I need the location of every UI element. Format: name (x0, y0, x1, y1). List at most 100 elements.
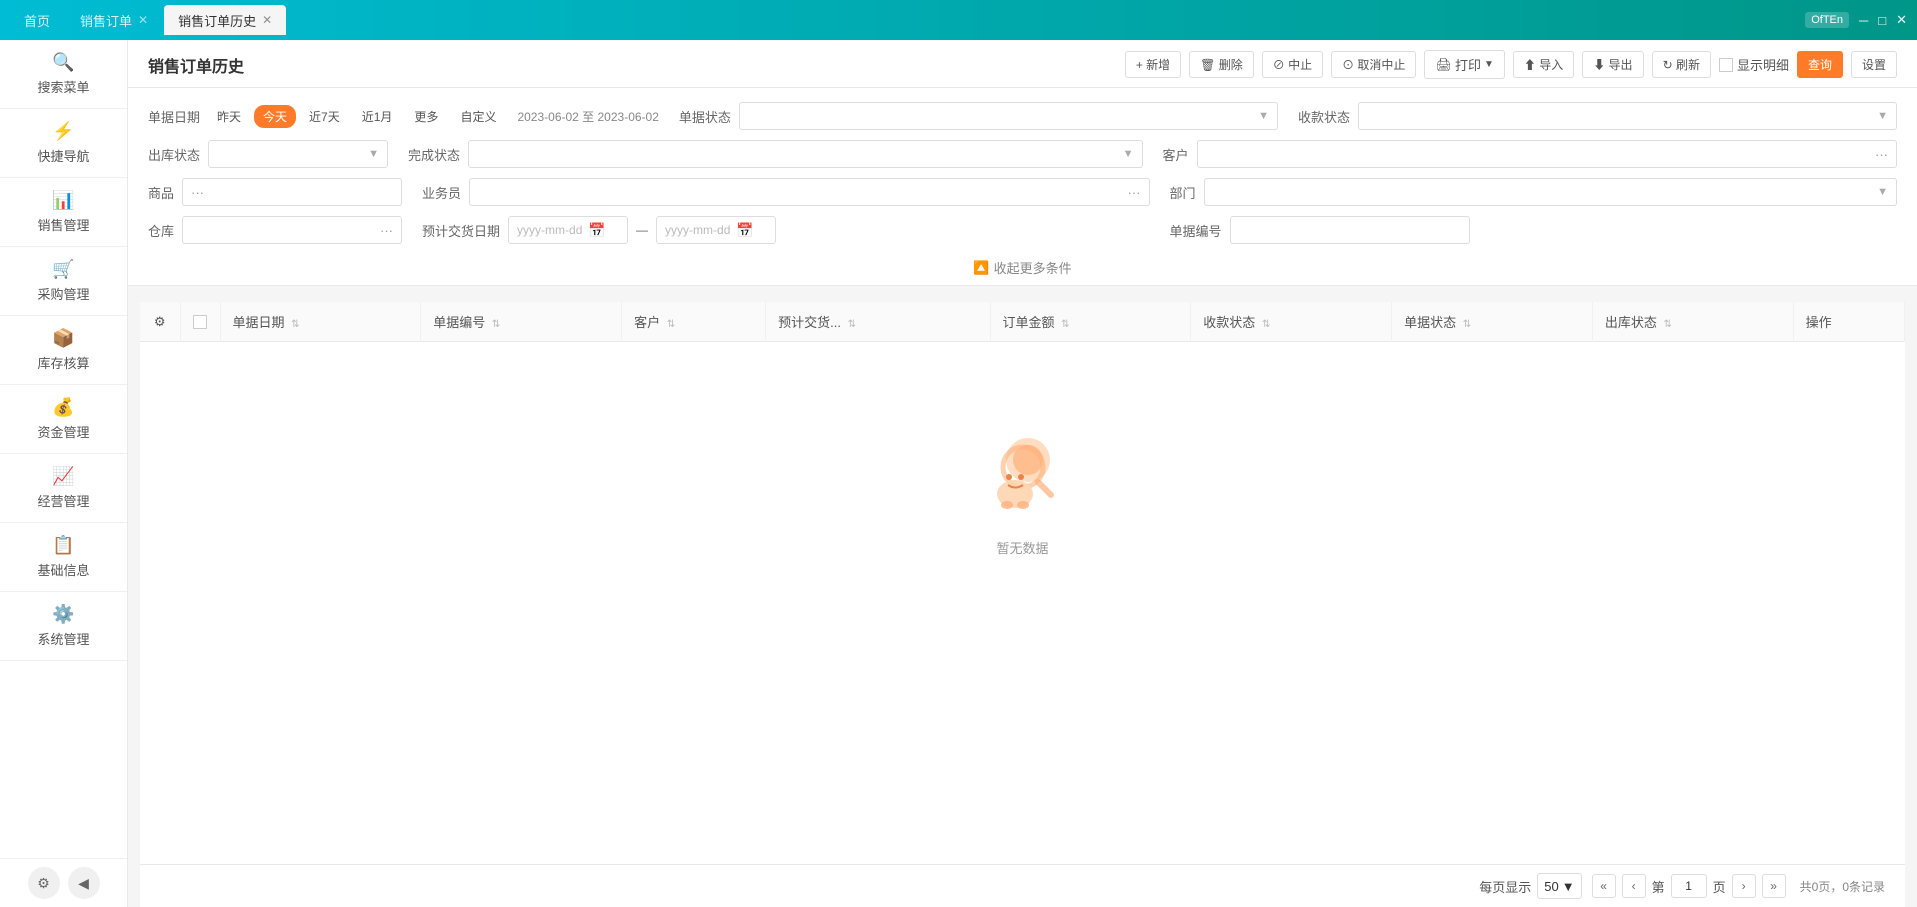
collapse-trigger[interactable]: 🔼 收起更多条件 (148, 254, 1897, 277)
expected-date-end[interactable]: yyyy-mm-dd 📅 (656, 216, 776, 244)
next-page-btn[interactable]: › (1732, 874, 1756, 898)
tab-sales-order-label: 销售订单 (80, 11, 132, 30)
query-button[interactable]: 查询 (1797, 51, 1843, 78)
system-icon: ⚙️ (52, 604, 74, 625)
delete-button[interactable]: 🗑 删除 (1189, 51, 1254, 78)
doc-no-input[interactable] (1230, 216, 1470, 244)
import-button[interactable]: ⬆ 导入 (1513, 51, 1574, 78)
expected-date-start[interactable]: yyyy-mm-dd 📅 (508, 216, 628, 244)
col-receipt-status[interactable]: 收款状态 ⇅ (1191, 302, 1392, 342)
sidebar-item-operation-label: 经营管理 (37, 491, 89, 510)
print-label: 打印 (1455, 55, 1481, 74)
sidebar-item-inventory-label: 库存核算 (37, 353, 89, 372)
product-select[interactable]: ··· (182, 178, 402, 206)
table-wrapper: ⚙ 单据日期 ⇅ 单据编号 ⇅ (140, 302, 1905, 864)
last-page-btn[interactable]: » (1762, 874, 1786, 898)
first-page-btn[interactable]: « (1592, 874, 1616, 898)
export-button[interactable]: ⬇ 导出 (1582, 51, 1643, 78)
check-col-header (180, 302, 220, 342)
sidebar-item-inventory[interactable]: 📦 库存核算 (0, 316, 127, 385)
inventory-icon: 📦 (52, 328, 74, 349)
date-btn-yesterday[interactable]: 昨天 (208, 105, 250, 128)
department-select[interactable]: ▼ (1204, 178, 1897, 206)
col-doc-no[interactable]: 单据编号 ⇅ (421, 302, 622, 342)
content-area: 销售订单历史 + 新增 🗑 删除 ⊘ 中止 ⊙ 取消中止 🖨 打印 ▼ ⬆ 导入… (128, 40, 1917, 907)
receipt-status-select[interactable]: ▼ (1358, 102, 1897, 130)
select-all-checkbox[interactable] (193, 315, 207, 329)
receipt-status-group: 收款状态 ▼ (1298, 102, 1897, 130)
complete-status-select[interactable]: ▼ (468, 140, 1142, 168)
tab-sales-order-close[interactable]: ✕ (138, 13, 148, 27)
col-order-amount[interactable]: 订单金额 ⇅ (990, 302, 1191, 342)
date-range-display: 2023-06-02 至 2023-06-02 (517, 108, 658, 125)
doc-date-group: 单据日期 昨天 今天 近7天 近1月 更多 自定义 2023-06-02 至 2… (148, 105, 659, 128)
date-btn-custom[interactable]: 自定义 (451, 105, 505, 128)
window-close[interactable]: ✕ (1896, 12, 1907, 28)
salesperson-select[interactable]: ··· (469, 178, 1149, 206)
warehouse-select[interactable]: ··· (182, 216, 402, 244)
toolbar: + 新增 🗑 删除 ⊘ 中止 ⊙ 取消中止 🖨 打印 ▼ ⬆ 导入 ⬇ 导出 ↻… (1125, 50, 1897, 79)
print-button[interactable]: 🖨 打印 ▼ (1424, 50, 1504, 79)
sidebar-item-purchase[interactable]: 🛒 采购管理 (0, 247, 127, 316)
tab-sales-order[interactable]: 销售订单 ✕ (66, 5, 162, 35)
col-customer[interactable]: 客户 ⇅ (622, 302, 766, 342)
sidebar-settings-icon[interactable]: ⚙ (28, 867, 60, 899)
window-minimize[interactable]: ─ (1859, 13, 1868, 28)
tab-home[interactable]: 首页 (10, 5, 64, 35)
sidebar-item-operation[interactable]: 📈 经营管理 (0, 454, 127, 523)
sidebar-item-basic-info[interactable]: 📋 基础信息 (0, 523, 127, 592)
tab-sales-order-history[interactable]: 销售订单历史 ✕ (164, 5, 286, 35)
out-status-chevron: ▼ (368, 148, 379, 160)
sidebar-item-sales[interactable]: 📊 销售管理 (0, 178, 127, 247)
sidebar-item-quick-nav-label: 快捷导航 (37, 146, 89, 165)
sidebar-item-finance[interactable]: 💰 资金管理 (0, 385, 127, 454)
out-status-group: 出库状态 ▼ (148, 140, 388, 168)
sidebar-collapse-icon[interactable]: ◀ (68, 867, 100, 899)
complete-status-label: 完成状态 (408, 145, 460, 164)
main-content: ⚙ 单据日期 ⇅ 单据编号 ⇅ (128, 286, 1917, 907)
sidebar-item-quick-nav[interactable]: ⚡ 快捷导航 (0, 109, 127, 178)
filter-row-1: 单据日期 昨天 今天 近7天 近1月 更多 自定义 2023-06-02 至 2… (148, 102, 1897, 130)
settings-button[interactable]: 设置 (1851, 51, 1897, 78)
per-page-select[interactable]: 50 ▼ (1537, 873, 1581, 899)
page-header: 销售订单历史 + 新增 🗑 删除 ⊘ 中止 ⊙ 取消中止 🖨 打印 ▼ ⬆ 导入… (128, 40, 1917, 88)
date-btn-today[interactable]: 今天 (254, 105, 296, 128)
date-btn-7days[interactable]: 近7天 (300, 105, 349, 128)
prev-page-btn[interactable]: ‹ (1622, 874, 1646, 898)
print-icon: 🖨 (1435, 57, 1452, 73)
empty-state: 暂无数据 (140, 342, 1905, 637)
purchase-icon: 🛒 (52, 259, 74, 280)
col-expected-date[interactable]: 预计交货... ⇅ (766, 302, 990, 342)
data-table: ⚙ 单据日期 ⇅ 单据编号 ⇅ (140, 302, 1905, 342)
sidebar-item-system[interactable]: ⚙️ 系统管理 (0, 592, 127, 661)
new-button[interactable]: + 新增 (1125, 51, 1181, 78)
col-out-status[interactable]: 出库状态 ⇅ (1592, 302, 1793, 342)
window-maximize[interactable]: □ (1878, 13, 1886, 28)
doc-status-select[interactable]: ▼ (739, 102, 1278, 130)
col-doc-status[interactable]: 单据状态 ⇅ (1392, 302, 1593, 342)
quick-nav-icon: ⚡ (52, 121, 74, 142)
tab-sales-order-history-label: 销售订单历史 (178, 11, 256, 30)
cancel-stop-button[interactable]: ⊙ 取消中止 (1331, 51, 1416, 78)
show-detail-label: 显示明细 (1737, 55, 1789, 74)
table-header-row: ⚙ 单据日期 ⇅ 单据编号 ⇅ (140, 302, 1905, 342)
per-page-value: 50 (1544, 879, 1558, 894)
settings-col-header[interactable]: ⚙ (140, 302, 180, 342)
expected-date-label: 预计交货日期 (422, 221, 500, 240)
sidebar-item-search[interactable]: 🔍 搜索菜单 (0, 40, 127, 109)
department-group: 部门 ▼ (1170, 178, 1898, 206)
col-doc-date[interactable]: 单据日期 ⇅ (220, 302, 421, 342)
customer-select[interactable]: ··· (1197, 140, 1897, 168)
page-input[interactable] (1671, 874, 1707, 898)
tab-sales-order-history-close[interactable]: ✕ (262, 13, 272, 27)
date-btn-more[interactable]: 更多 (405, 105, 447, 128)
page-title: 销售订单历史 (148, 53, 244, 77)
stop-button[interactable]: ⊘ 中止 (1262, 51, 1323, 78)
expected-date-group: 预计交货日期 yyyy-mm-dd 📅 — yyyy-mm-dd 📅 (422, 216, 1150, 244)
show-detail-checkbox[interactable] (1719, 58, 1733, 72)
refresh-button[interactable]: ↻ 刷新 (1652, 51, 1711, 78)
show-detail-wrap: 显示明细 (1719, 55, 1789, 74)
date-btn-1month[interactable]: 近1月 (353, 105, 402, 128)
search-menu-icon: 🔍 (52, 52, 74, 73)
out-status-select[interactable]: ▼ (208, 140, 388, 168)
